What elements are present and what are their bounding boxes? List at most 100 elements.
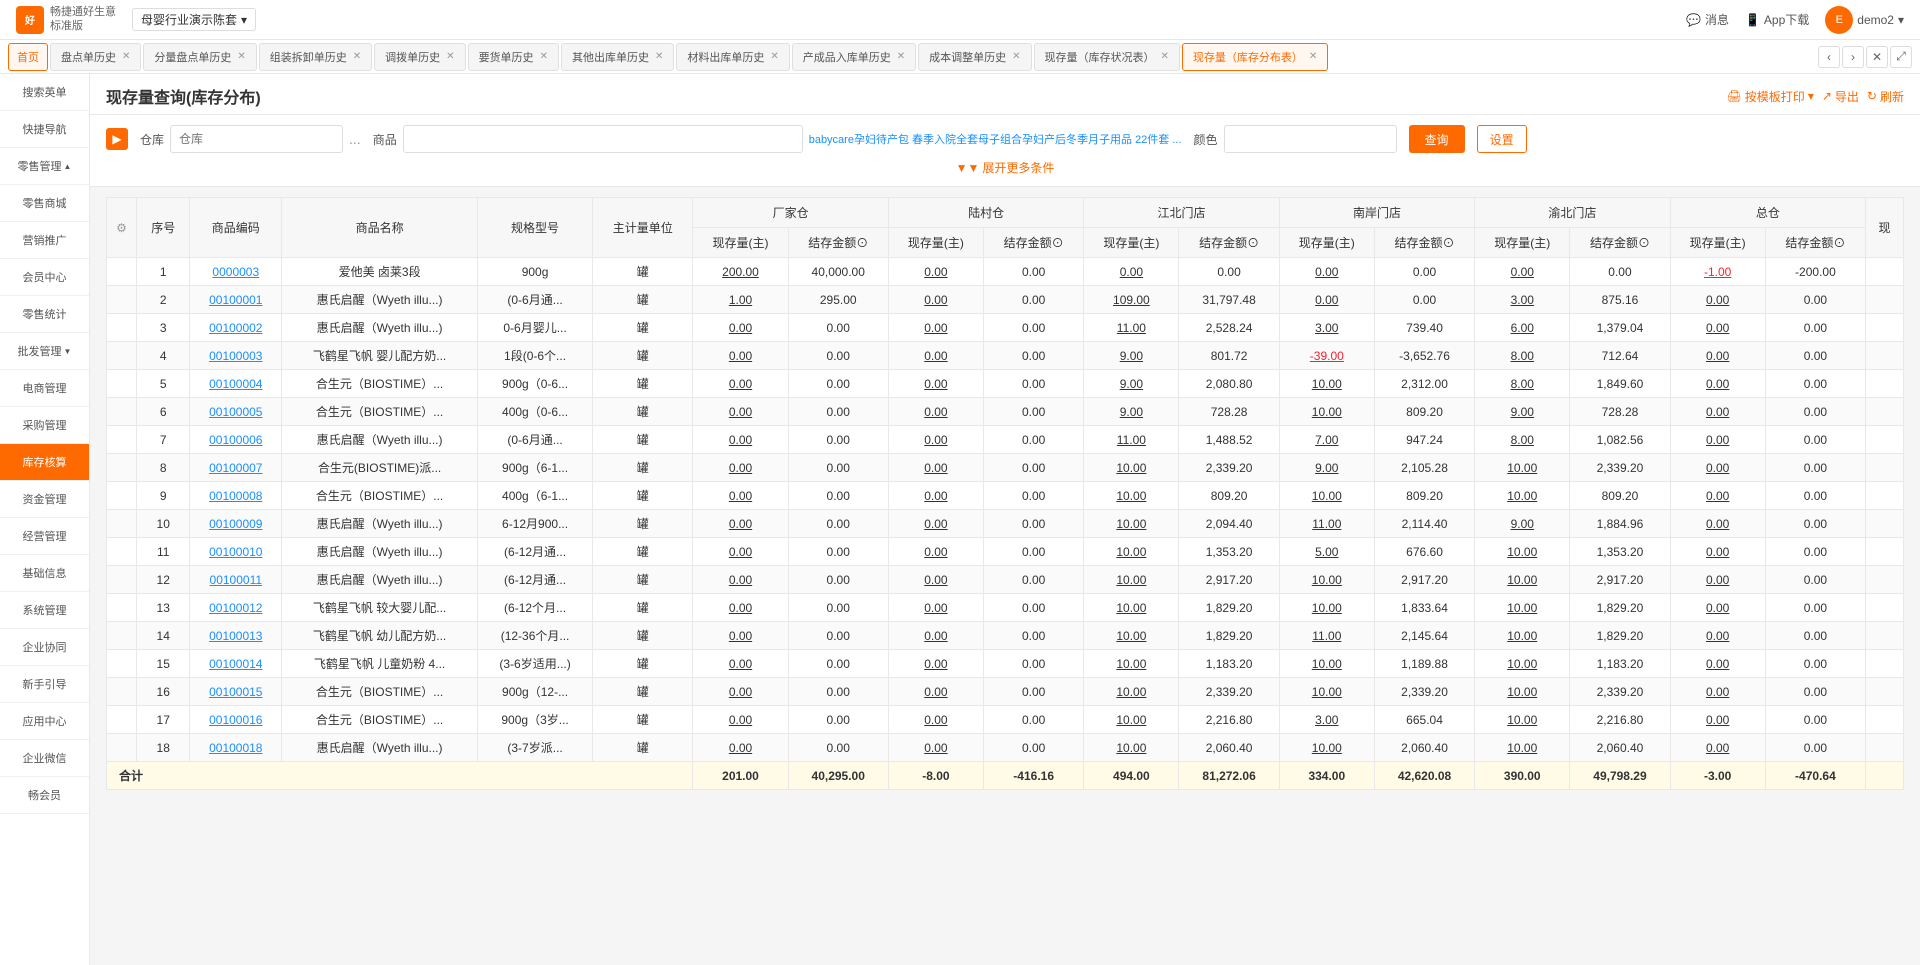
sidebar-item-basic[interactable]: 基础信息 [0,555,89,592]
td-current [1866,622,1904,650]
tab-close-inventory-count[interactable]: ✕ [122,51,130,62]
td-na-qty: 10.00 [1279,398,1374,426]
td-settings [107,622,137,650]
sidebar-item-shortcut[interactable]: 快捷导航 [0,111,89,148]
td-no: 1 [137,258,190,286]
tab-inventory-count[interactable]: 盘点单历史 ✕ [50,43,141,71]
product-input[interactable] [403,125,803,153]
summary-na-qty: 334.00 [1279,762,1374,790]
tab-close-material-out[interactable]: ✕ [770,51,778,62]
avatar: E [1825,6,1853,34]
sidebar-item-search[interactable]: 搜索英单 [0,74,89,111]
sidebar-item-inventory[interactable]: 库存核算 [0,444,89,481]
td-factory-qty: 0.00 [693,678,788,706]
warehouse-input[interactable] [170,125,343,153]
message-btn[interactable]: 💬 消息 [1686,11,1729,28]
summary-total-amt: -470.64 [1765,762,1865,790]
td-na-qty: 0.00 [1279,258,1374,286]
sidebar-item-purchase[interactable]: 采购管理 [0,407,89,444]
summary-lv-amt: -416.16 [983,762,1083,790]
tab-product-in[interactable]: 产成品入库单历史 ✕ [792,43,916,71]
td-factory-amt: 0.00 [788,622,888,650]
td-no: 6 [137,398,190,426]
tab-close-cost-adjust[interactable]: ✕ [1012,51,1020,62]
td-code: 00100018 [190,734,282,762]
tab-combo-dismantle[interactable]: 组装拆卸单历史 ✕ [259,43,372,71]
setting-btn[interactable]: 设置 [1477,125,1527,153]
tab-close-sub-count[interactable]: ✕ [237,51,245,62]
tab-cost-adjust[interactable]: 成本调整单历史 ✕ [918,43,1031,71]
sidebar-item-retail-stats[interactable]: 零售统计 [0,296,89,333]
expand-conditions-btn[interactable]: ▼▼ 展开更多条件 [956,159,1055,176]
tab-requisition[interactable]: 要货单历史 ✕ [468,43,559,71]
sidebar-item-retail-shop[interactable]: 零售商城 [0,185,89,222]
export-btn[interactable]: ↗ 导出 [1822,88,1859,105]
sidebar-item-wecom[interactable]: 企业微信 [0,740,89,777]
sidebar-item-wholesale[interactable]: 批发管理 ▼ [0,333,89,370]
color-input[interactable] [1224,125,1397,153]
brand-selector[interactable]: 母婴行业演示陈套 ▾ [132,8,256,31]
td-yb-amt: 2,339.20 [1570,454,1670,482]
td-yb-amt: 809.20 [1570,482,1670,510]
tab-next-btn[interactable]: › [1842,46,1864,68]
chevron-up-icon: ▲ [64,162,72,171]
td-total-qty: 0.00 [1670,370,1765,398]
tab-close-current-dist[interactable]: ✕ [1309,51,1317,62]
sidebar-item-member2[interactable]: 畅会员 [0,777,89,814]
td-total-qty: -1.00 [1670,258,1765,286]
tab-fullscreen-btn[interactable]: ⤢ [1890,46,1912,68]
td-yb-amt: 2,216.80 [1570,706,1670,734]
td-yb-amt: 712.64 [1570,342,1670,370]
sidebar-item-ops[interactable]: 经营管理 [0,518,89,555]
tab-close-product-in[interactable]: ✕ [897,51,905,62]
sidebar-item-retail[interactable]: 零售管理 ▲ [0,148,89,185]
app-download-btn[interactable]: 📱 App下载 [1745,11,1809,28]
print-btn[interactable]: 🖨 按模板打印 ▾ [1727,88,1814,105]
table-row: 9 00100008 合生元（BIOSTIME）... 400g（6-1... … [107,482,1904,510]
td-lv-qty: 0.00 [888,706,983,734]
gear-icon[interactable]: ⚙ [116,221,127,235]
tab-close-current-status[interactable]: ✕ [1161,51,1169,62]
tab-material-out[interactable]: 材料出库单历史 ✕ [676,43,789,71]
sidebar-item-finance[interactable]: 资金管理 [0,481,89,518]
tab-close-other-out[interactable]: ✕ [655,51,663,62]
td-no: 16 [137,678,190,706]
td-factory-qty: 0.00 [693,566,788,594]
top-bar-right: 💬 消息 📱 App下载 E demo2 ▾ [1686,6,1904,34]
warehouse-more-btn[interactable]: ... [349,131,361,147]
refresh-btn[interactable]: ↻ 刷新 [1867,88,1904,105]
tab-close-all-btn[interactable]: ✕ [1866,46,1888,68]
tab-home[interactable]: 首页 [8,43,48,71]
td-settings [107,482,137,510]
td-total-qty: 0.00 [1670,594,1765,622]
tab-other-out[interactable]: 其他出库单历史 ✕ [561,43,674,71]
td-factory-qty: 0.00 [693,650,788,678]
td-total-amt: 0.00 [1765,482,1865,510]
td-lv-qty: 0.00 [888,342,983,370]
sidebar-item-appstore[interactable]: 应用中心 [0,703,89,740]
th-lv-qty: 现存量(主) [888,228,983,258]
td-na-amt: 1,189.88 [1374,650,1474,678]
sidebar-item-ecommerce[interactable]: 电商管理 [0,370,89,407]
td-unit: 罐 [593,734,693,762]
tab-prev-btn[interactable]: ‹ [1818,46,1840,68]
search-btn[interactable]: 查询 [1409,125,1465,153]
user-menu[interactable]: E demo2 ▾ [1825,6,1904,34]
tab-close-combo-dismantle[interactable]: ✕ [353,51,361,62]
tab-close-requisition[interactable]: ✕ [540,51,548,62]
th-yb-qty: 现存量(主) [1475,228,1570,258]
sidebar-item-guide[interactable]: 新手引导 [0,666,89,703]
tab-close-transfer[interactable]: ✕ [446,51,454,62]
tab-current-dist[interactable]: 现存量（库存分布表） ✕ [1182,43,1328,71]
sidebar-item-collab[interactable]: 企业协同 [0,629,89,666]
tab-transfer[interactable]: 调拨单历史 ✕ [374,43,465,71]
tab-sub-count[interactable]: 分量盘点单历史 ✕ [143,43,256,71]
td-na-amt: 2,114.40 [1374,510,1474,538]
sidebar-item-marketing[interactable]: 营销推广 [0,222,89,259]
sidebar-item-system[interactable]: 系统管理 [0,592,89,629]
sidebar-item-member[interactable]: 会员中心 [0,259,89,296]
collapse-btn[interactable]: ▶ [106,128,128,150]
td-jb-qty: 10.00 [1084,650,1179,678]
td-unit: 罐 [593,482,693,510]
tab-current-status[interactable]: 现存量（库存状况表） ✕ [1034,43,1180,71]
